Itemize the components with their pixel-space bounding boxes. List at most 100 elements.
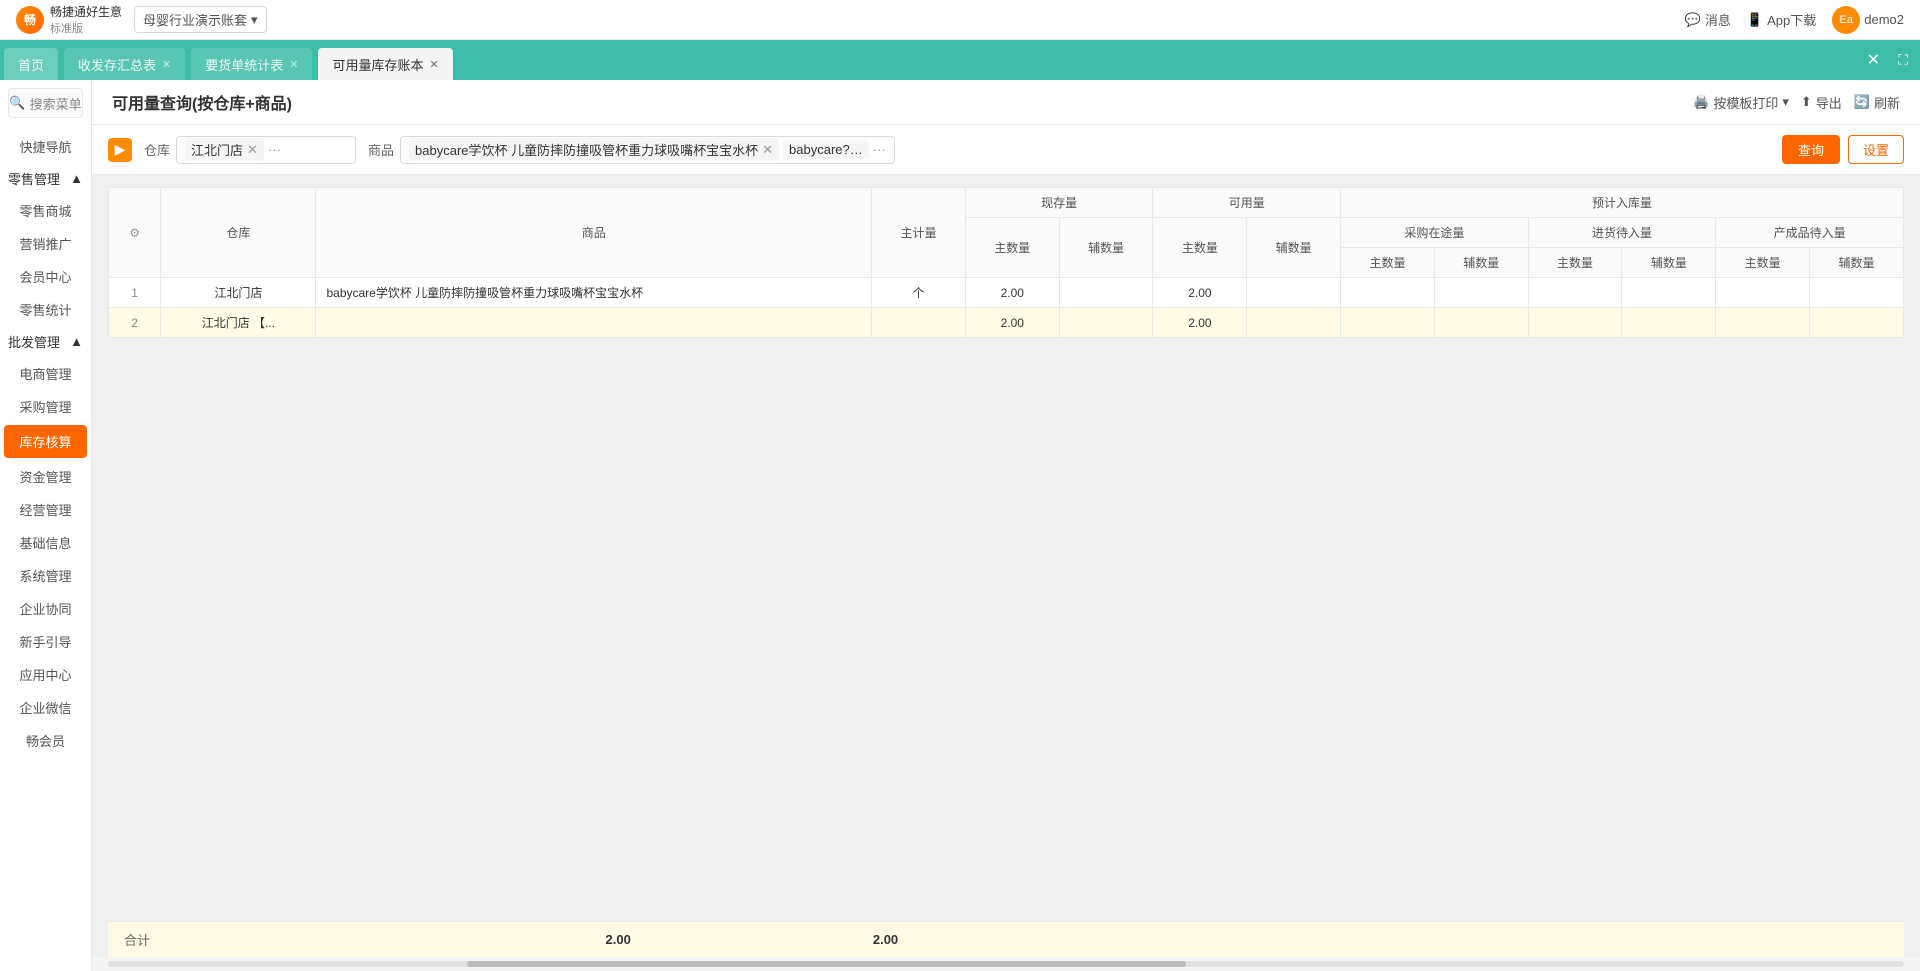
- sidebar-item-online-retail[interactable]: 零售商城: [0, 194, 91, 227]
- app-download-label: App下载: [1767, 10, 1816, 29]
- col-settings[interactable]: ⚙: [109, 188, 161, 278]
- tab-home-label: 首页: [18, 55, 44, 74]
- row-production-main-1: [1716, 278, 1810, 308]
- sidebar-item-enterprise[interactable]: 企业协同: [0, 592, 91, 625]
- row-unit-1: 个: [872, 278, 966, 308]
- col-warehouse: 仓库: [161, 188, 316, 278]
- sidebar-item-guide[interactable]: 新手引导: [0, 625, 91, 658]
- product-tag-2: babycare?…: [783, 140, 869, 159]
- app-center-label: 应用中心: [19, 668, 71, 683]
- tab-available[interactable]: 可用量库存账本 ✕: [318, 48, 452, 80]
- content-area: 可用量查询(按仓库+商品) 🖨️ 按模板打印 ▾ ⬆ 导出 🔄 刷新 ▶: [92, 80, 1920, 971]
- product-filter: 商品 babycare学饮杯 儿童防摔防撞吸管杯重力球吸嘴杯宝宝水杯 ✕ bab…: [368, 136, 895, 164]
- tab-receivables-label: 收发存汇总表: [78, 55, 156, 74]
- table-container: ⚙ 仓库 商品 主计量 现存量 可用量 预计入库量 主数量 辅数量 主数量 辅数…: [92, 175, 1920, 921]
- row-num-1: 1: [109, 278, 161, 308]
- sidebar-item-basic-info[interactable]: 基础信息: [0, 526, 91, 559]
- chevron-down-icon-print: ▾: [1782, 94, 1789, 110]
- product-more-icon[interactable]: ···: [873, 142, 886, 157]
- tab-receivables[interactable]: 收发存汇总表 ✕: [64, 48, 185, 80]
- brand-name: 畅捷通好生意: [50, 3, 122, 20]
- sidebar-item-purchase[interactable]: 采购管理: [0, 390, 91, 423]
- page-title: 可用量查询(按仓库+商品): [112, 90, 292, 114]
- sidebar-item-member2[interactable]: 畅会员: [0, 724, 91, 757]
- refresh-button[interactable]: 🔄 刷新: [1854, 93, 1900, 112]
- product-input[interactable]: babycare学饮杯 儿童防摔防撞吸管杯重力球吸嘴杯宝宝水杯 ✕ babyca…: [400, 136, 895, 164]
- row-purchase-aux-1: [1434, 278, 1528, 308]
- col-inbound-aux: 辅数量: [1622, 248, 1716, 278]
- row-current-aux-1: [1059, 278, 1153, 308]
- print-button[interactable]: 🖨️ 按模板打印 ▾: [1693, 93, 1789, 112]
- filter-expand-button[interactable]: ▶: [108, 138, 132, 162]
- row-purchase-main-2: [1341, 308, 1435, 338]
- query-button[interactable]: 查询: [1782, 135, 1840, 164]
- tab-orders[interactable]: 要货单统计表 ✕: [191, 48, 312, 80]
- refresh-icon: 🔄: [1854, 94, 1870, 110]
- close-all-tabs-icon[interactable]: ✕: [1867, 50, 1880, 70]
- industry-label: 母婴行业演示账套: [143, 10, 247, 29]
- tab-orders-label: 要货单统计表: [205, 55, 283, 74]
- operations-label: 经营管理: [19, 503, 71, 518]
- col-production-pending-group: 产成品待入量: [1716, 218, 1904, 248]
- warehouse-more-icon[interactable]: ···: [268, 142, 281, 157]
- sidebar-item-inventory[interactable]: 库存核算: [4, 425, 87, 458]
- brand: 畅 畅捷通好生意 标准版: [16, 3, 122, 36]
- user-button[interactable]: Ea demo2: [1832, 6, 1904, 34]
- row-purchase-main-1: [1341, 278, 1435, 308]
- topbar: 畅 畅捷通好生意 标准版 母婴行业演示账套 ▾ 💬 消息 📱 App下载 Ea …: [0, 0, 1920, 40]
- sidebar-item-wechat[interactable]: 企业微信: [0, 691, 91, 724]
- tab-receivables-close[interactable]: ✕: [162, 58, 171, 71]
- sidebar-item-operations[interactable]: 经营管理: [0, 493, 91, 526]
- expand-tabs-icon[interactable]: ⛶: [1898, 52, 1908, 69]
- sidebar-section-retail[interactable]: 零售管理 ▲: [0, 163, 91, 194]
- tab-orders-close[interactable]: ✕: [289, 58, 298, 71]
- col-available-group: 可用量: [1153, 188, 1341, 218]
- sidebar-item-system[interactable]: 系统管理: [0, 559, 91, 592]
- retail-label: 零售管理: [8, 169, 60, 188]
- app-download-button[interactable]: 📱 App下载: [1747, 10, 1816, 29]
- tab-home[interactable]: 首页: [4, 48, 58, 80]
- footer-purchase-aux: [1220, 932, 1354, 947]
- finance-label: 资金管理: [19, 470, 71, 485]
- inventory-label: 库存核算: [19, 435, 71, 450]
- industry-selector[interactable]: 母婴行业演示账套 ▾: [134, 6, 267, 33]
- sidebar-item-ecommerce[interactable]: 电商管理: [0, 357, 91, 390]
- sidebar-section-wholesale[interactable]: 批发管理 ▲: [0, 326, 91, 357]
- row-production-aux-2: [1810, 308, 1904, 338]
- warehouse-input[interactable]: 江北门店 ✕ ···: [176, 136, 356, 164]
- tab-available-close[interactable]: ✕: [430, 58, 439, 71]
- row-unit-2: [872, 308, 966, 338]
- table-row: 1 江北门店 babycare学饮杯 儿童防摔防撞吸管杯重力球吸嘴杯宝宝水杯 个…: [109, 278, 1904, 308]
- table-row: 2 江北门店 【... 2.00 2.00: [109, 308, 1904, 338]
- horizontal-scrollbar[interactable]: [108, 961, 1904, 967]
- col-planned-inbound-group: 预计入库量: [1341, 188, 1904, 218]
- sidebar-item-quick-nav[interactable]: 快捷导航: [0, 130, 91, 163]
- sidebar-item-member[interactable]: 会员中心: [0, 260, 91, 293]
- setting-button[interactable]: 设置: [1848, 135, 1904, 164]
- product-tag-2-text: babycare?…: [789, 142, 863, 157]
- export-icon: ⬆: [1801, 94, 1812, 110]
- footer-purchase-main: [1086, 932, 1220, 947]
- export-button[interactable]: ⬆ 导出: [1801, 93, 1842, 112]
- sidebar-item-app-center[interactable]: 应用中心: [0, 658, 91, 691]
- message-button[interactable]: 💬 消息: [1685, 10, 1731, 29]
- sidebar-item-retail-stats[interactable]: 零售统计: [0, 293, 91, 326]
- member-label: 会员中心: [19, 270, 71, 285]
- avatar: Ea: [1832, 6, 1860, 34]
- search-label: 搜索菜单: [30, 94, 82, 113]
- data-table: ⚙ 仓库 商品 主计量 现存量 可用量 预计入库量 主数量 辅数量 主数量 辅数…: [108, 187, 1904, 338]
- scrollbar-thumb[interactable]: [467, 961, 1185, 967]
- footer-available-main: 2.00: [819, 932, 953, 947]
- wholesale-label: 批发管理: [8, 332, 60, 351]
- row-available-main-1: 2.00: [1153, 278, 1247, 308]
- warehouse-tag-close[interactable]: ✕: [247, 142, 258, 158]
- footer-production-main: [1621, 932, 1755, 947]
- col-available-aux: 辅数量: [1247, 218, 1341, 278]
- sidebar-item-marketing[interactable]: 营销推广: [0, 227, 91, 260]
- warehouse-label: 仓库: [144, 140, 170, 159]
- table-footer: 合计 2.00 2.00: [108, 921, 1904, 957]
- product-tag-1-close[interactable]: ✕: [762, 142, 773, 158]
- sidebar-search-button[interactable]: 🔍 搜索菜单: [8, 88, 83, 118]
- marketing-label: 营销推广: [19, 237, 71, 252]
- sidebar-item-finance[interactable]: 资金管理: [0, 460, 91, 493]
